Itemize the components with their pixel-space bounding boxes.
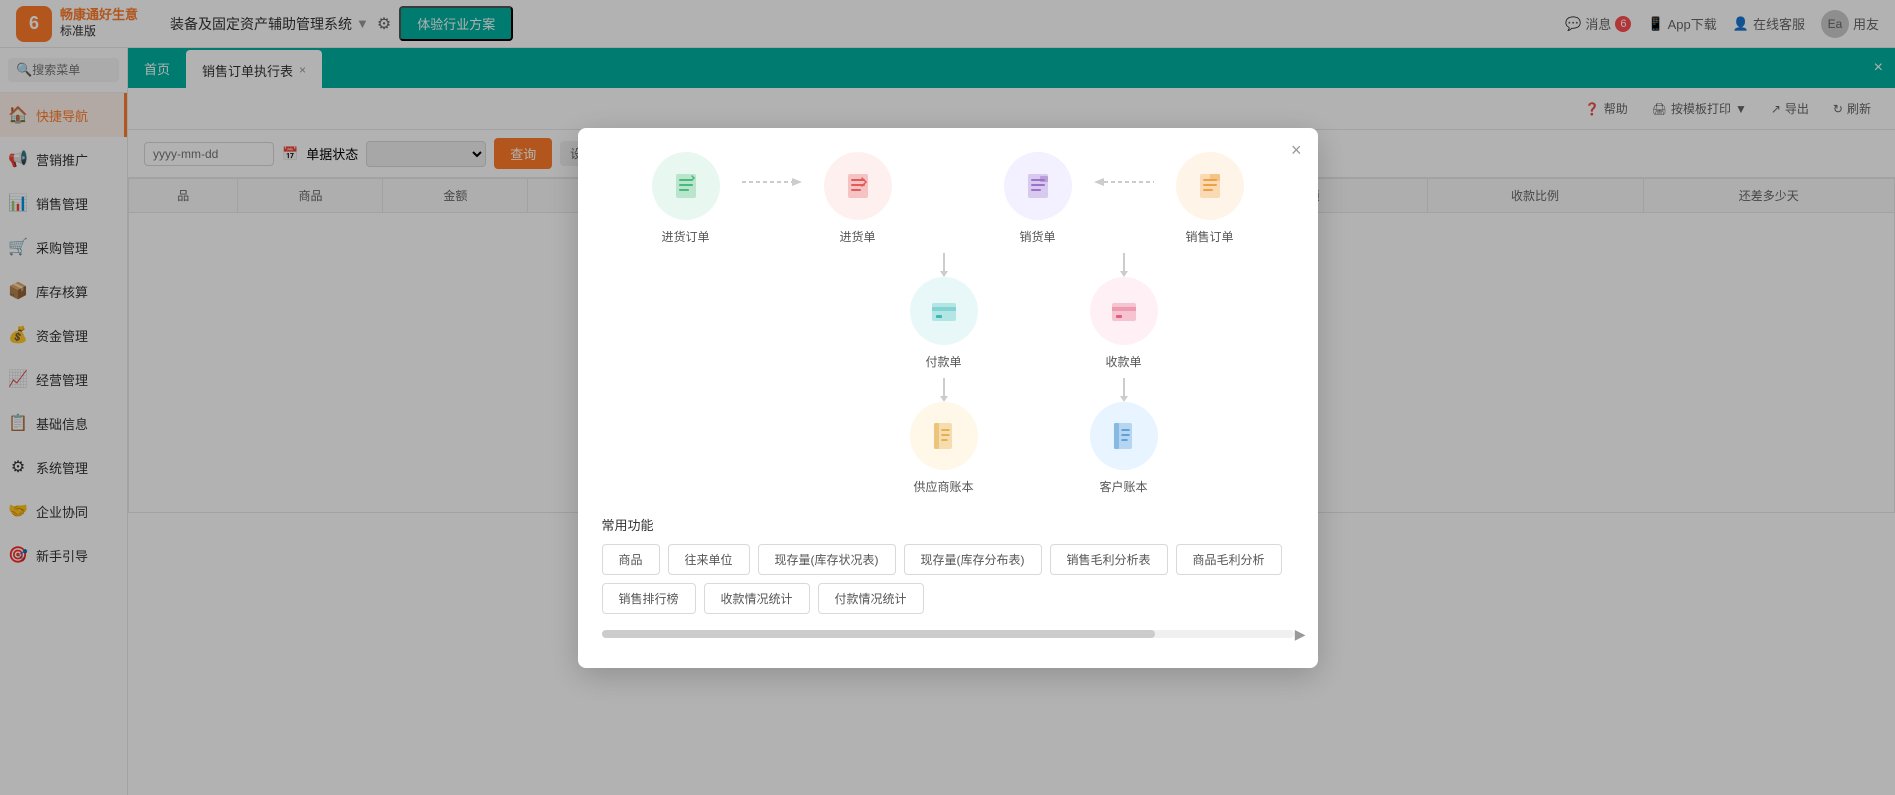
flow-label-sales: 销货单 (1019, 228, 1055, 245)
flow-item-supplier-ledger: 供应商账本 (894, 402, 994, 495)
flow-item-purchase-order: 进货订单 (636, 152, 736, 245)
spacer-r4-2 (994, 378, 1074, 402)
arrow-down-sales (1074, 253, 1174, 277)
modal-scrollbar-thumb (602, 630, 1156, 638)
common-btn-sales-rank[interactable]: 销售排行榜 (602, 583, 696, 614)
flow-circle-purchase (824, 152, 892, 220)
spacer-r2-1 (722, 253, 822, 277)
flow-label-payment: 付款单 (925, 353, 961, 370)
scroll-right-arrow[interactable]: ▶ (1295, 626, 1306, 643)
spacer-r2-2 (822, 253, 894, 277)
flow-label-purchase-order: 进货订单 (661, 228, 709, 245)
common-btns: 商品 往来单位 现存量(库存状况表) 现存量(库存分布表) 销售毛利分析表 商品… (602, 544, 1294, 575)
modal-overlay[interactable]: × 进货订单 进货单 (0, 0, 1895, 795)
flow-circle-supplier-ledger (910, 402, 978, 470)
flow-circle-purchase-order (652, 152, 720, 220)
arrow-2 (1088, 174, 1160, 190)
flow-label-purchase: 进货单 (839, 228, 875, 245)
flow-label-sales-order: 销售订单 (1185, 228, 1233, 245)
arrow-down-receipt (1074, 378, 1174, 402)
common-btn-counterpart[interactable]: 往来单位 (668, 544, 750, 575)
common-btn-payment-stat[interactable]: 付款情况统计 (818, 583, 924, 614)
common-btn-inventory-status[interactable]: 现存量(库存状况表) (758, 544, 896, 575)
flow-circle-payment (910, 277, 978, 345)
arrow-1 (736, 174, 808, 190)
modal-scrollbar[interactable]: ▶ (602, 630, 1294, 638)
flow-modal: × 进货订单 进货单 (578, 128, 1318, 668)
common-btn-receipt-stat[interactable]: 收款情况统计 (704, 583, 810, 614)
common-btn-product[interactable]: 商品 (602, 544, 660, 575)
common-btn-product-gross[interactable]: 商品毛利分析 (1176, 544, 1282, 575)
flow-circle-receipt (1090, 277, 1158, 345)
flow-item-receipt: 收款单 (1074, 277, 1174, 370)
common-btn-inventory-dist[interactable]: 现存量(库存分布表) (904, 544, 1042, 575)
arrow-down-payment (894, 378, 994, 402)
flow-item-customer-ledger: 客户账本 (1074, 402, 1174, 495)
flow-circle-sales-order (1176, 152, 1244, 220)
flow-circle-sales (1004, 152, 1072, 220)
flow-label-receipt: 收款单 (1105, 353, 1141, 370)
flow-item-payment: 付款单 (894, 277, 994, 370)
flow-item-sales-order: 销售订单 (1160, 152, 1260, 245)
flow-item-purchase: 进货单 (808, 152, 908, 245)
common-functions-section: 常用功能 商品 往来单位 现存量(库存状况表) 现存量(库存分布表) 销售毛利分… (602, 515, 1294, 614)
flow-label-supplier-ledger: 供应商账本 (913, 478, 973, 495)
flow-item-sales: 销货单 (988, 152, 1088, 245)
arrow-down-purchase (894, 253, 994, 277)
flow-circle-customer-ledger (1090, 402, 1158, 470)
spacer-r4-1 (722, 378, 894, 402)
common-btn-sales-gross[interactable]: 销售毛利分析表 (1050, 544, 1168, 575)
common-btns-row2: 销售排行榜 收款情况统计 付款情况统计 (602, 583, 1294, 614)
flow-label-customer-ledger: 客户账本 (1099, 478, 1147, 495)
modal-close-btn[interactable]: × (1291, 140, 1302, 161)
spacer-r2-3 (994, 253, 1074, 277)
common-functions-title: 常用功能 (602, 515, 1294, 534)
